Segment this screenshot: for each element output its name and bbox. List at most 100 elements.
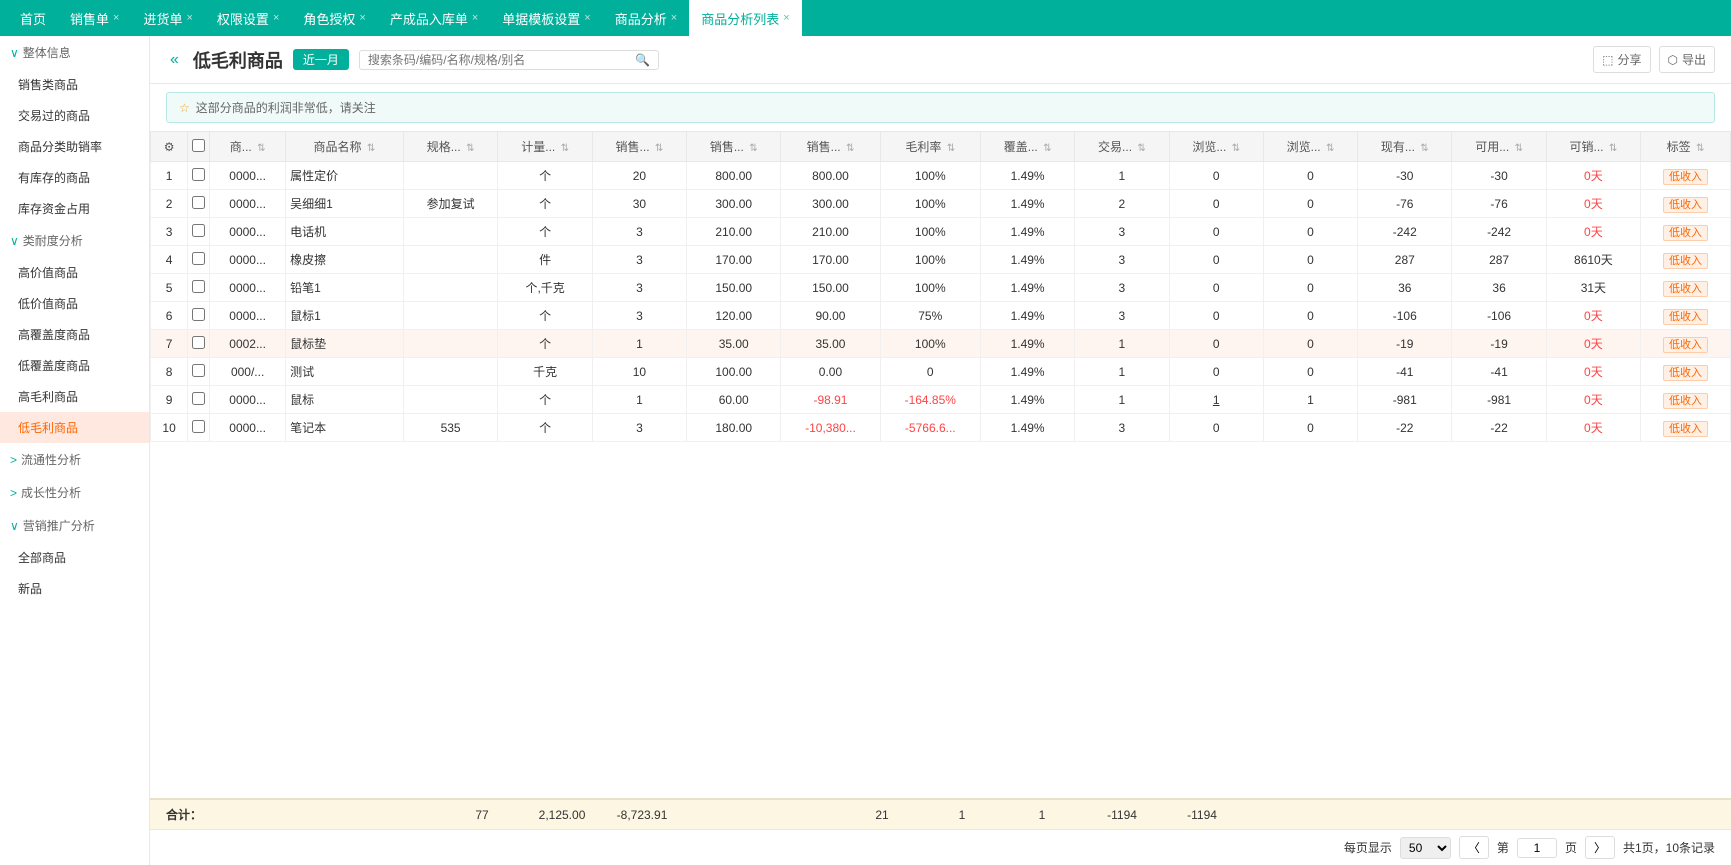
- sidebar-item-low-coverage[interactable]: 低覆盖度商品: [0, 350, 149, 381]
- col-name[interactable]: 商品名称 ⇅: [286, 132, 404, 162]
- close-icon[interactable]: ×: [359, 12, 365, 24]
- col-code[interactable]: 商... ⇅: [210, 132, 286, 162]
- row-browse1: 0: [1169, 162, 1263, 190]
- row-select-checkbox[interactable]: [192, 364, 205, 377]
- nav-item-permissions[interactable]: 权限设置 ×: [205, 0, 291, 36]
- sidebar-item-traded-products[interactable]: 交易过的商品: [0, 100, 149, 131]
- col-unit[interactable]: 计量... ⇅: [498, 132, 592, 162]
- row-gross-margin: 100%: [880, 330, 980, 358]
- row-code: 0000...: [210, 246, 286, 274]
- close-icon[interactable]: ×: [113, 12, 119, 24]
- row-select-checkbox[interactable]: [192, 280, 205, 293]
- collapse-sidebar-button[interactable]: «: [166, 51, 183, 69]
- nav-item-product-analysis[interactable]: 商品分析 ×: [603, 0, 689, 36]
- sidebar-item-inventory-capital[interactable]: 库存资金占用: [0, 193, 149, 224]
- col-sales-count[interactable]: 销售... ⇅: [592, 132, 686, 162]
- row-spec: 参加复试: [403, 190, 498, 218]
- row-sales-amount: 60.00: [687, 386, 781, 414]
- share-button[interactable]: ⬚ 分享: [1593, 46, 1650, 73]
- row-coverage: 1.49%: [980, 302, 1074, 330]
- close-icon[interactable]: ×: [273, 12, 279, 24]
- row-select-checkbox[interactable]: [192, 336, 205, 349]
- close-icon[interactable]: ×: [472, 12, 478, 24]
- sidebar-group-marketing[interactable]: ∨ 营销推广分析: [0, 509, 149, 542]
- col-tag[interactable]: 标签 ⇅: [1641, 132, 1731, 162]
- row-unit: 个: [498, 190, 592, 218]
- row-coverage: 1.49%: [980, 246, 1074, 274]
- close-icon[interactable]: ×: [783, 12, 789, 24]
- page-size-select[interactable]: 50 20 100: [1400, 837, 1451, 859]
- col-sales-profit[interactable]: 销售... ⇅: [781, 132, 880, 162]
- time-filter-button[interactable]: 近一月: [293, 49, 349, 70]
- prev-page-button[interactable]: 〈: [1459, 836, 1489, 859]
- close-icon[interactable]: ×: [671, 12, 677, 24]
- row-select-checkbox[interactable]: [192, 308, 205, 321]
- sidebar-item-high-value[interactable]: 高价值商品: [0, 257, 149, 288]
- col-saleable-stock[interactable]: 可销... ⇅: [1546, 132, 1640, 162]
- page-label: 第: [1497, 839, 1509, 856]
- row-select-checkbox[interactable]: [192, 224, 205, 237]
- row-browse1: 0: [1169, 358, 1263, 386]
- sidebar-item-category-rate[interactable]: 商品分类助销率: [0, 131, 149, 162]
- row-name: 鼠标: [286, 386, 404, 414]
- col-spec[interactable]: 规格... ⇅: [403, 132, 498, 162]
- col-settings[interactable]: ⚙: [151, 132, 188, 162]
- sidebar-group-overall[interactable]: ∨ 整体信息: [0, 36, 149, 69]
- row-select-checkbox[interactable]: [192, 392, 205, 405]
- col-browse1[interactable]: 浏览... ⇅: [1169, 132, 1263, 162]
- sidebar-item-low-value[interactable]: 低价值商品: [0, 288, 149, 319]
- col-available-stock[interactable]: 可用... ⇅: [1452, 132, 1546, 162]
- row-select-checkbox[interactable]: [192, 168, 205, 181]
- nav-item-sales[interactable]: 销售单 ×: [58, 0, 131, 36]
- row-tag: 低收入: [1641, 330, 1731, 358]
- nav-item-home[interactable]: 首页: [8, 0, 58, 36]
- next-page-button[interactable]: 〉: [1585, 836, 1615, 859]
- sidebar-item-high-margin[interactable]: 高毛利商品: [0, 381, 149, 412]
- search-input[interactable]: [368, 53, 635, 67]
- close-icon[interactable]: ×: [584, 12, 590, 24]
- select-all-checkbox[interactable]: [192, 139, 205, 152]
- sidebar-item-high-coverage[interactable]: 高覆盖度商品: [0, 319, 149, 350]
- nav-item-product-entry[interactable]: 产成品入库单 ×: [378, 0, 490, 36]
- low-income-tag: 低收入: [1663, 421, 1708, 437]
- row-unit: 个,千克: [498, 274, 592, 302]
- header-right: ⬚ 分享 ⬡ 导出: [1593, 46, 1715, 73]
- sidebar-item-in-stock[interactable]: 有库存的商品: [0, 162, 149, 193]
- page-number-input[interactable]: [1517, 838, 1557, 858]
- col-browse2[interactable]: 浏览... ⇅: [1263, 132, 1357, 162]
- nav-item-template[interactable]: 单据模板设置 ×: [490, 0, 602, 36]
- sidebar-item-all-products[interactable]: 全部商品: [0, 542, 149, 573]
- row-select-checkbox[interactable]: [192, 420, 205, 433]
- chevron-down-icon: ∨: [10, 46, 19, 60]
- main-content: « 低毛利商品 近一月 🔍 ⬚ 分享 ⬡ 导出 ☆ 这部分商品的利润非常低，: [150, 36, 1731, 865]
- sidebar-group-growth[interactable]: > 成长性分析: [0, 476, 149, 509]
- search-icon[interactable]: 🔍: [635, 53, 650, 67]
- row-num: 5: [151, 274, 188, 302]
- nav-item-purchase[interactable]: 进货单 ×: [131, 0, 204, 36]
- row-browse1[interactable]: 1: [1169, 386, 1263, 414]
- col-sales-amount[interactable]: 销售... ⇅: [687, 132, 781, 162]
- row-available-stock: -41: [1452, 358, 1546, 386]
- row-browse2: 0: [1263, 330, 1357, 358]
- sidebar-group-circulation[interactable]: > 流通性分析: [0, 443, 149, 476]
- row-browse2: 1: [1263, 386, 1357, 414]
- row-coverage: 1.49%: [980, 218, 1074, 246]
- col-transaction[interactable]: 交易... ⇅: [1075, 132, 1169, 162]
- sidebar-group-analysis[interactable]: ∨ 类耐度分析: [0, 224, 149, 257]
- close-icon[interactable]: ×: [186, 12, 192, 24]
- col-coverage[interactable]: 覆盖... ⇅: [980, 132, 1074, 162]
- row-current-stock: 36: [1358, 274, 1452, 302]
- sidebar-item-sales-products[interactable]: 销售类商品: [0, 69, 149, 100]
- row-name: 测试: [286, 358, 404, 386]
- nav-item-roles[interactable]: 角色授权 ×: [291, 0, 377, 36]
- sidebar-item-new-products[interactable]: 新品: [0, 573, 149, 604]
- table-row: 5 0000... 铅笔1 个,千克 3 150.00 150.00 100% …: [151, 274, 1731, 302]
- sidebar-item-low-margin[interactable]: 低毛利商品: [0, 412, 149, 443]
- row-select-checkbox[interactable]: [192, 252, 205, 265]
- col-current-stock[interactable]: 现有... ⇅: [1358, 132, 1452, 162]
- export-button[interactable]: ⬡ 导出: [1659, 46, 1716, 73]
- nav-item-product-analysis-list[interactable]: 商品分析列表 ×: [689, 0, 801, 36]
- row-spec: [403, 386, 498, 414]
- row-select-checkbox[interactable]: [192, 196, 205, 209]
- col-gross-margin[interactable]: 毛利率 ⇅: [880, 132, 980, 162]
